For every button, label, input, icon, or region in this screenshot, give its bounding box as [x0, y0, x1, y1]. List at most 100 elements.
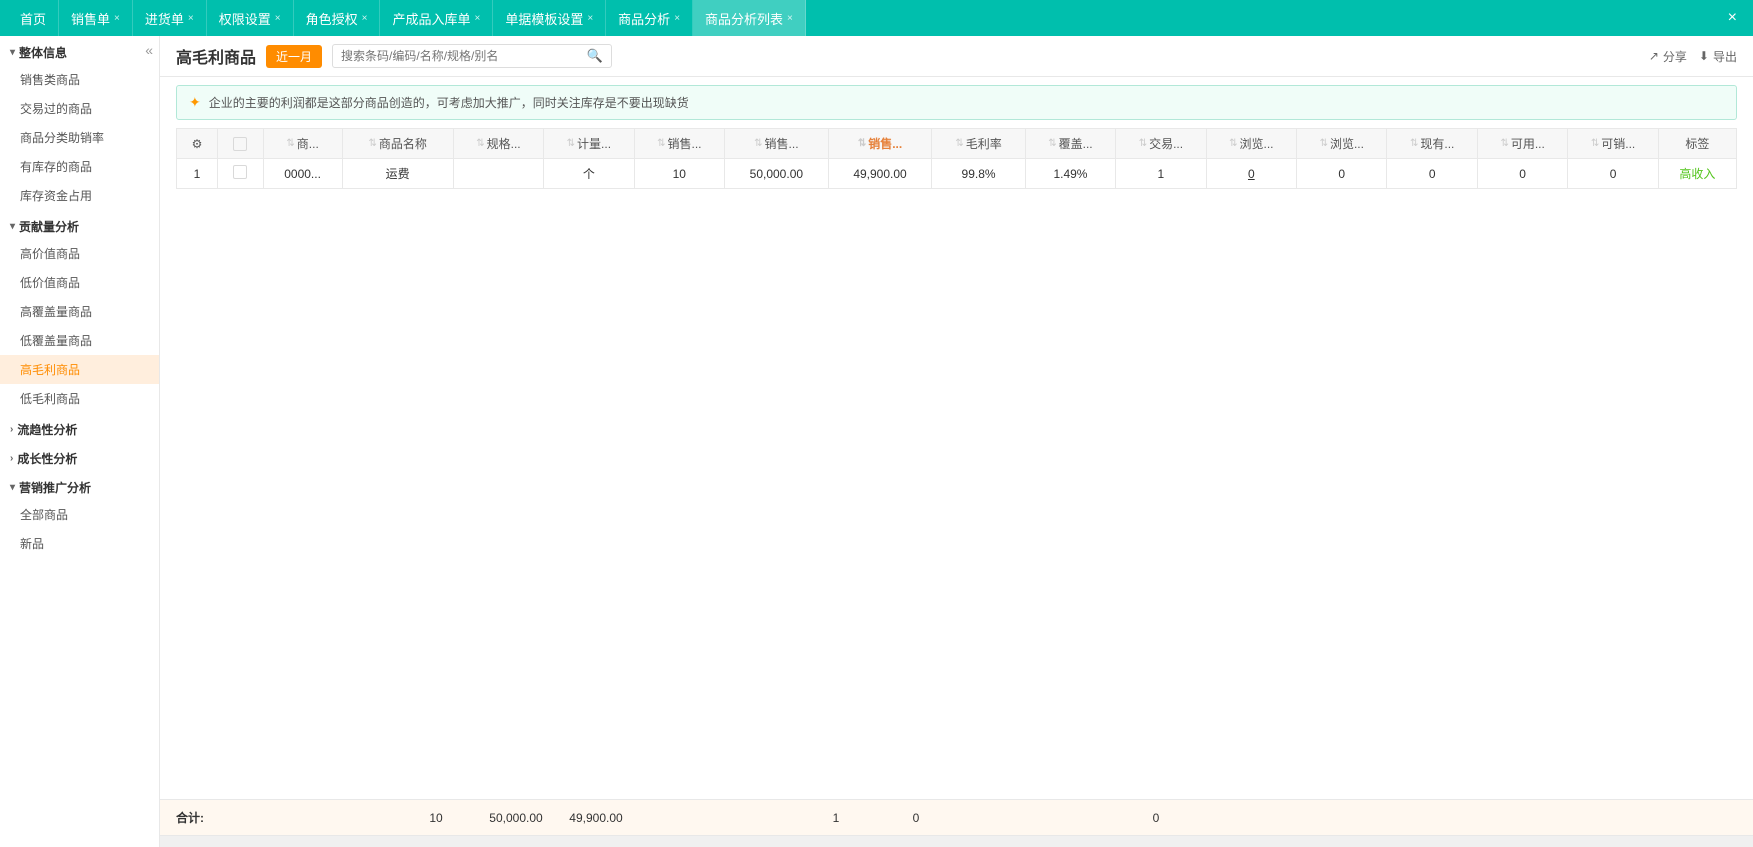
close-all-tabs[interactable]: × — [1720, 9, 1745, 27]
nav-tab-template[interactable]: 单据模板设置 × — [493, 0, 606, 36]
horizontal-scrollbar[interactable] — [160, 835, 1753, 847]
cell-sale-profit: 49,900.00 — [828, 159, 932, 189]
nav-tab-product-in[interactable]: 产成品入库单 × — [380, 0, 493, 36]
close-icon[interactable]: × — [362, 13, 368, 24]
time-filter-button[interactable]: 近一月 — [266, 45, 322, 68]
nav-tab-permission[interactable]: 权限设置 × — [207, 0, 294, 36]
cell-checkbox — [217, 159, 263, 189]
sidebar-group-overall[interactable]: ▾ 整体信息 — [0, 36, 159, 65]
col-browse2-header[interactable]: ⇅ 浏览... — [1297, 129, 1387, 159]
search-icon[interactable]: 🔍 — [587, 48, 603, 64]
sidebar-item-stock-fund[interactable]: 库存资金占用 — [0, 181, 159, 210]
sidebar-group-trend[interactable]: › 流趋性分析 — [0, 413, 159, 442]
info-icon: ✦ — [189, 94, 201, 111]
sidebar-item-traded-goods[interactable]: 交易过的商品 — [0, 94, 159, 123]
col-browse1-header[interactable]: ⇅ 浏览... — [1206, 129, 1296, 159]
nav-tab-goods-list[interactable]: 商品分析列表 × — [693, 0, 806, 36]
sidebar-group-growth[interactable]: › 成长性分析 — [0, 442, 159, 471]
cell-coverage: 1.49% — [1025, 159, 1115, 189]
close-icon[interactable]: × — [587, 13, 593, 24]
chevron-down-icon: ▾ — [10, 221, 15, 232]
sort-icon: ⇅ — [1139, 138, 1147, 149]
close-icon[interactable]: × — [787, 13, 793, 24]
col-code-header[interactable]: ⇅ 商... — [263, 129, 342, 159]
chevron-right-icon: › — [10, 424, 13, 435]
cell-tag: 高收入 — [1658, 159, 1736, 189]
col-sale-qty-header[interactable]: ⇅ 销售... — [634, 129, 724, 159]
header-actions: ↗ 分享 ⬇ 导出 — [1649, 48, 1737, 65]
nav-tab-goods-analysis[interactable]: 商品分析 × — [606, 0, 693, 36]
cell-current: 0 — [1387, 159, 1477, 189]
settings-icon[interactable]: ⚙ — [192, 137, 203, 151]
top-nav: 首页 销售单 × 进货单 × 权限设置 × 角色授权 × 产成品入库单 × 单据… — [0, 0, 1753, 36]
sidebar-item-high-coverage[interactable]: 高覆盖量商品 — [0, 297, 159, 326]
nav-tab-purchase[interactable]: 进货单 × — [133, 0, 207, 36]
cell-name: 运费 — [342, 159, 453, 189]
search-input[interactable] — [341, 49, 581, 63]
sidebar-item-in-stock[interactable]: 有库存的商品 — [0, 152, 159, 181]
sidebar-item-sales-goods[interactable]: 销售类商品 — [0, 65, 159, 94]
sidebar-group-contribution[interactable]: ▾ 贡献量分析 — [0, 210, 159, 239]
col-checkbox-header — [217, 129, 263, 159]
close-icon[interactable]: × — [674, 13, 680, 24]
footer-empty3 — [956, 811, 1036, 825]
export-button[interactable]: ⬇ 导出 — [1699, 48, 1737, 65]
cell-trade: 1 — [1116, 159, 1206, 189]
footer-sale-qty: 10 — [396, 811, 476, 825]
nav-tab-sales[interactable]: 销售单 × — [59, 0, 133, 36]
cell-margin: 99.8% — [932, 159, 1025, 189]
col-spec-header[interactable]: ⇅ 规格... — [453, 129, 543, 159]
table-row: 1 0000... 运费 个 10 50,000.00 49,900.00 99… — [177, 159, 1737, 189]
share-icon: ↗ — [1649, 49, 1659, 63]
footer-row: 合计: 10 50,000.00 49,900.00 1 0 0 — [160, 799, 1753, 835]
col-index: ⚙ — [177, 129, 218, 159]
col-sale-amount-header[interactable]: ⇅ 销售... — [725, 129, 829, 159]
sidebar-item-all-goods[interactable]: 全部商品 — [0, 500, 159, 529]
close-icon[interactable]: × — [114, 13, 120, 24]
footer-browse1: 0 — [876, 811, 956, 825]
col-margin-header[interactable]: ⇅ 毛利率 — [932, 129, 1025, 159]
sidebar-item-high-value[interactable]: 高价值商品 — [0, 239, 159, 268]
col-available-header[interactable]: ⇅ 可用... — [1477, 129, 1567, 159]
col-saleable-header[interactable]: ⇅ 可销... — [1568, 129, 1658, 159]
sidebar-collapse-btn[interactable]: « — [145, 42, 153, 58]
sidebar-item-category-rate[interactable]: 商品分类助销率 — [0, 123, 159, 152]
footer-empty5 — [1196, 811, 1276, 825]
sidebar-item-low-margin[interactable]: 低毛利商品 — [0, 384, 159, 413]
cell-index: 1 — [177, 159, 218, 189]
sidebar-item-high-margin[interactable]: 高毛利商品 — [0, 355, 159, 384]
close-icon[interactable]: × — [474, 13, 480, 24]
close-icon[interactable]: × — [188, 13, 194, 24]
col-name-header[interactable]: ⇅ 商品名称 — [342, 129, 453, 159]
table-wrapper: ⚙ ⇅ 商... — [160, 128, 1753, 799]
export-icon: ⬇ — [1699, 49, 1709, 63]
sidebar-item-low-coverage[interactable]: 低覆盖量商品 — [0, 326, 159, 355]
chevron-down-icon: ▾ — [10, 482, 15, 493]
nav-tab-home[interactable]: 首页 — [8, 0, 59, 36]
cell-browse2: 0 — [1297, 159, 1387, 189]
row-checkbox[interactable] — [233, 165, 247, 179]
col-coverage-header[interactable]: ⇅ 覆盖... — [1025, 129, 1115, 159]
sidebar-item-low-value[interactable]: 低价值商品 — [0, 268, 159, 297]
share-button[interactable]: ↗ 分享 — [1649, 48, 1687, 65]
select-all-checkbox[interactable] — [233, 137, 247, 151]
sidebar-group-marketing[interactable]: ▾ 营销推广分析 — [0, 471, 159, 500]
sort-icon: ⇅ — [567, 138, 575, 149]
cell-sale-qty: 10 — [634, 159, 724, 189]
col-sale-profit-header[interactable]: ⇅ 销售... — [828, 129, 932, 159]
col-current-header[interactable]: ⇅ 现有... — [1387, 129, 1477, 159]
sidebar: « ▾ 整体信息 销售类商品 交易过的商品 商品分类助销率 有库存的商品 库存资… — [0, 36, 160, 847]
sort-icon: ⇅ — [858, 138, 866, 149]
close-icon[interactable]: × — [275, 13, 281, 24]
sort-icon: ⇅ — [754, 138, 762, 149]
cell-sale-amount: 50,000.00 — [725, 159, 829, 189]
footer-trade: 1 — [796, 811, 876, 825]
col-unit-header[interactable]: ⇅ 计量... — [544, 129, 634, 159]
nav-tab-role[interactable]: 角色授权 × — [294, 0, 381, 36]
sidebar-item-new-goods[interactable]: 新品 — [0, 529, 159, 558]
sort-icon: ⇅ — [286, 138, 294, 149]
sort-icon: ⇅ — [1591, 138, 1599, 149]
col-trade-header[interactable]: ⇅ 交易... — [1116, 129, 1206, 159]
search-box: 🔍 — [332, 44, 612, 68]
cell-browse1: 0 — [1206, 159, 1296, 189]
